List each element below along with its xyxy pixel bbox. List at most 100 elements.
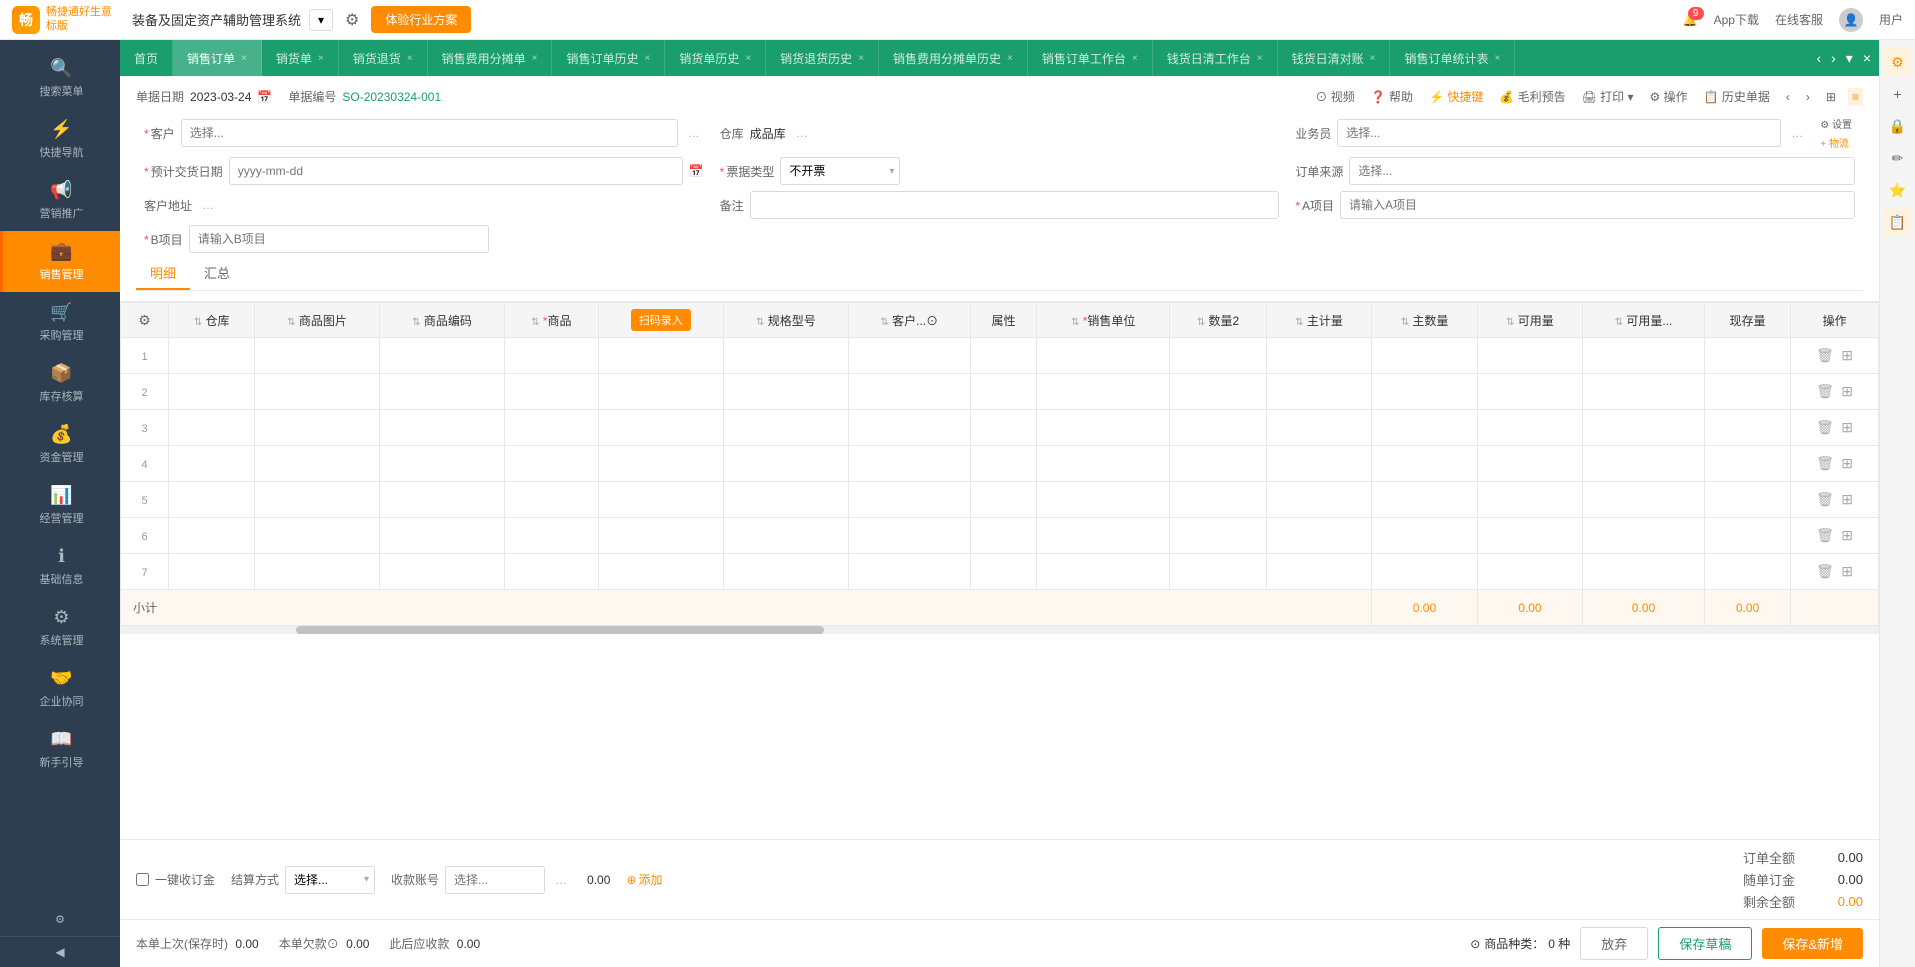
project-b-input[interactable] (189, 225, 489, 253)
cell-product-code[interactable] (380, 374, 505, 410)
warehouse-more-btn[interactable]: … (792, 126, 812, 140)
cell-attr[interactable] (970, 482, 1037, 518)
cell-main-qty[interactable] (1372, 338, 1477, 374)
cell-available2[interactable] (1583, 518, 1705, 554)
row-copy-btn[interactable]: ⊞ (1839, 489, 1855, 510)
account-more-btn[interactable]: … (551, 873, 571, 887)
grid-view-btn[interactable]: ⊞ (1822, 88, 1840, 106)
cell-available2[interactable] (1583, 446, 1705, 482)
row-copy-btn[interactable]: ⊞ (1839, 345, 1855, 366)
cell-warehouse[interactable] (169, 554, 255, 590)
project-a-input[interactable] (1340, 191, 1855, 219)
cell-image[interactable] (255, 338, 380, 374)
row-delete-btn[interactable]: 🗑 (1814, 345, 1836, 366)
sidebar-item-marketing[interactable]: 📢 营销推广 (0, 170, 120, 231)
tab-close-sales-order[interactable]: × (241, 53, 247, 64)
cell-attr[interactable] (970, 554, 1037, 590)
notification-icon[interactable]: 🔔 9 (1683, 13, 1698, 27)
tab-close-reconcile[interactable]: × (1370, 53, 1376, 64)
sidebar-item-cooperation[interactable]: 🤝 企业协同 (0, 658, 120, 719)
cell-customer-ref[interactable] (848, 410, 970, 446)
tab-detail[interactable]: 明细 (136, 257, 190, 290)
right-panel-icon-1[interactable]: ⚙ (1884, 48, 1912, 76)
tab-close-expense[interactable]: × (532, 53, 538, 64)
order-source-input[interactable] (1349, 157, 1855, 185)
cell-attr[interactable] (970, 338, 1037, 374)
cell-available2[interactable] (1583, 374, 1705, 410)
cell-warehouse[interactable] (169, 446, 255, 482)
cell-stock[interactable] (1704, 410, 1790, 446)
row-delete-btn[interactable]: 🗑 (1814, 489, 1836, 510)
cell-available2[interactable] (1583, 410, 1705, 446)
cell-unit[interactable] (1037, 374, 1170, 410)
app-download-link[interactable]: App下载 (1714, 11, 1759, 28)
right-panel-icon-5[interactable]: ⭐ (1884, 176, 1912, 204)
sidebar-item-purchase[interactable]: 🛒 采购管理 (0, 292, 120, 353)
cell-main-qty[interactable] (1372, 518, 1477, 554)
save-new-button[interactable]: 保存&新增 (1762, 928, 1863, 959)
cell-spec[interactable] (723, 338, 848, 374)
cell-spec[interactable] (723, 374, 848, 410)
cell-qty2[interactable] (1170, 482, 1267, 518)
nav-close-all-button[interactable]: × (1859, 48, 1875, 68)
save-draft-button[interactable]: 保存草稿 (1658, 927, 1752, 960)
tab-close-expense-history[interactable]: × (1007, 53, 1013, 64)
nav-prev-button[interactable]: ‹ (1812, 48, 1825, 68)
cell-image[interactable] (255, 518, 380, 554)
row-copy-btn[interactable]: ⊞ (1839, 417, 1855, 438)
sidebar-bottom-settings[interactable]: ⚙ (0, 903, 120, 936)
sidebar-item-search[interactable]: 🔍 搜索菜单 (0, 48, 120, 109)
sidebar-item-finance[interactable]: 💰 资金管理 (0, 414, 120, 475)
delivery-calendar-icon[interactable]: 📅 (689, 164, 704, 178)
tab-close-sales-invoice[interactable]: × (318, 53, 324, 64)
right-panel-icon-2[interactable]: + (1884, 80, 1912, 108)
operation-btn[interactable]: ⚙ 操作 (1646, 86, 1692, 107)
cell-stock[interactable] (1704, 554, 1790, 590)
cell-product[interactable] (505, 446, 599, 482)
cell-main-unit[interactable] (1266, 374, 1371, 410)
cell-main-unit[interactable] (1266, 410, 1371, 446)
customer-input[interactable] (181, 119, 678, 147)
cell-warehouse[interactable] (169, 482, 255, 518)
th-settings[interactable]: ⚙ (121, 303, 169, 338)
tab-close-invoice-history[interactable]: × (745, 53, 751, 64)
tab-close-stats[interactable]: × (1494, 53, 1500, 64)
cell-available2[interactable] (1583, 338, 1705, 374)
next-doc-btn[interactable]: › (1802, 88, 1814, 106)
settings-top-btn[interactable]: ⚙ 设置 (1817, 115, 1855, 132)
cell-main-unit[interactable] (1266, 554, 1371, 590)
cell-spec[interactable] (723, 554, 848, 590)
cell-customer-ref[interactable] (848, 518, 970, 554)
sidebar-item-sales[interactable]: 💼 销售管理 (0, 231, 120, 292)
tab-order-history[interactable]: 销售订单历史 × (552, 40, 665, 76)
cell-unit[interactable] (1037, 554, 1170, 590)
tab-expense-history[interactable]: 销售费用分摊单历史 × (879, 40, 1028, 76)
system-dropdown-button[interactable]: ▾ (309, 9, 333, 31)
cell-available2[interactable] (1583, 554, 1705, 590)
cell-warehouse[interactable] (169, 410, 255, 446)
cell-spec[interactable] (723, 446, 848, 482)
tab-close-return[interactable]: × (407, 53, 413, 64)
cell-product[interactable] (505, 518, 599, 554)
cell-qty2[interactable] (1170, 518, 1267, 554)
cell-main-unit[interactable] (1266, 338, 1371, 374)
cell-product-code[interactable] (380, 482, 505, 518)
cell-customer-ref[interactable] (848, 482, 970, 518)
right-panel-icon-6[interactable]: 📋 (1884, 208, 1912, 236)
remark-input[interactable] (750, 191, 1280, 219)
nav-next-button[interactable]: › (1827, 48, 1840, 68)
tab-stats[interactable]: 销售订单统计表 × (1390, 40, 1515, 76)
list-view-btn[interactable]: ≡ (1848, 88, 1863, 106)
cell-main-unit[interactable] (1266, 446, 1371, 482)
cell-unit[interactable] (1037, 482, 1170, 518)
tab-sales-invoice[interactable]: 销货单 × (262, 40, 339, 76)
cell-warehouse[interactable] (169, 374, 255, 410)
cell-qty2[interactable] (1170, 410, 1267, 446)
cell-available[interactable] (1477, 410, 1582, 446)
delivery-input[interactable] (229, 157, 683, 185)
tab-sales-order[interactable]: 销售订单 × (173, 40, 262, 76)
cell-attr[interactable] (970, 374, 1037, 410)
cell-attr[interactable] (970, 446, 1037, 482)
tab-close-order-history[interactable]: × (644, 53, 650, 64)
cell-unit[interactable] (1037, 518, 1170, 554)
